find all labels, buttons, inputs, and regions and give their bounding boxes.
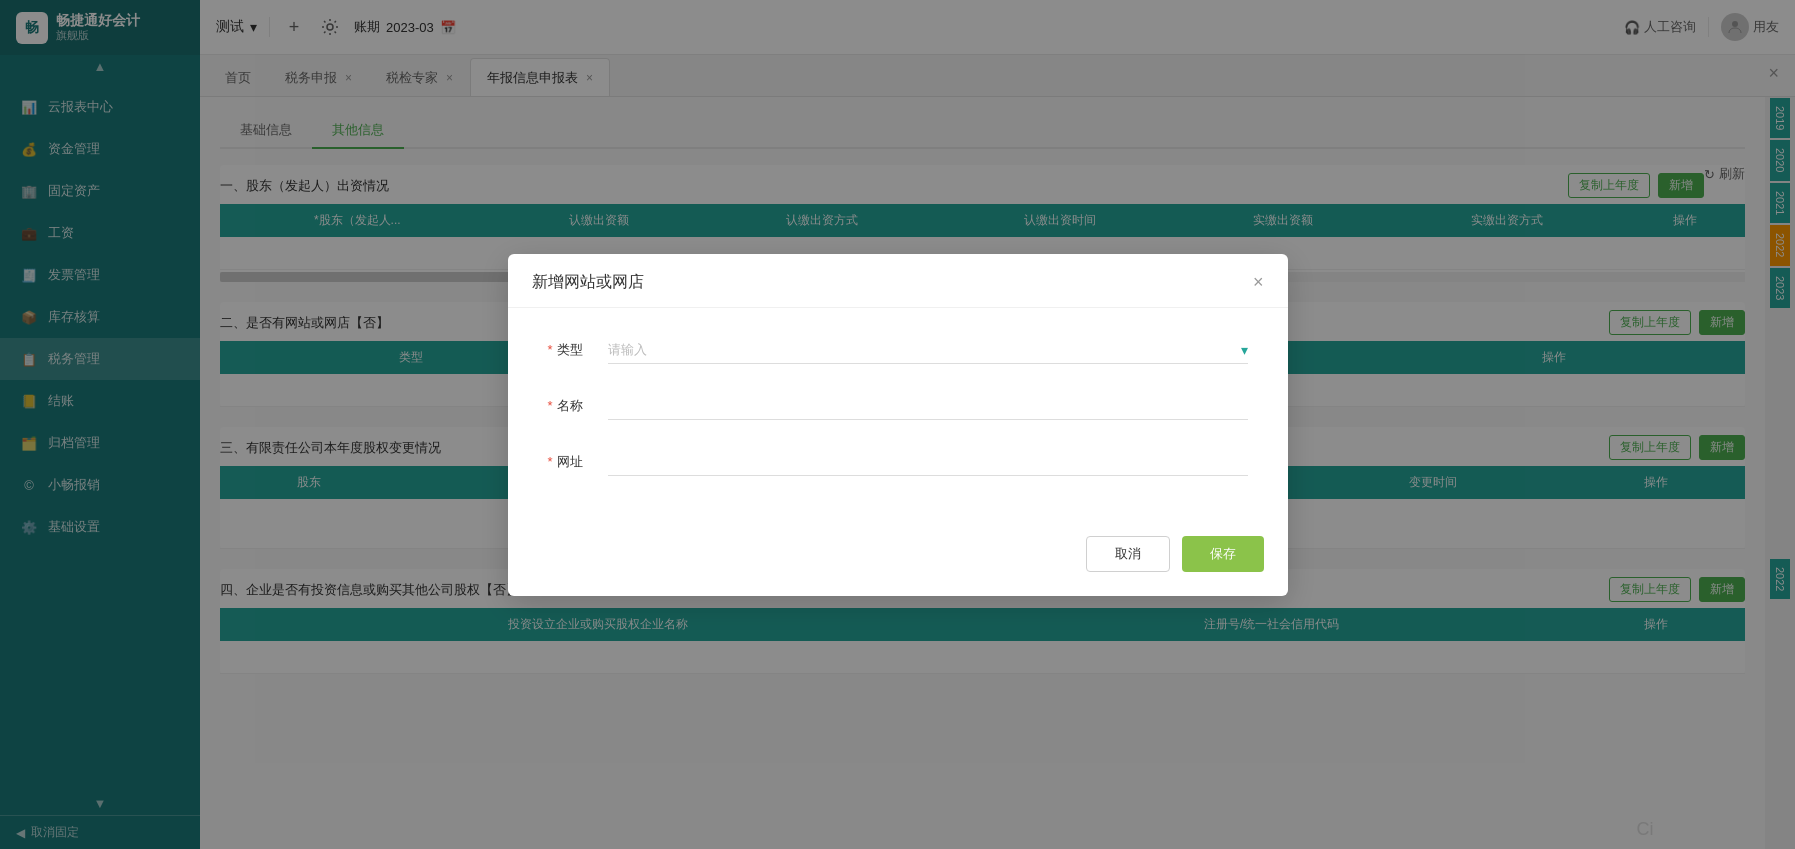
field-url-wrap <box>608 448 1248 476</box>
modal-overlay: 新增网站或网店 × *类型 ▾ *名称 <box>0 0 1795 849</box>
save-button[interactable]: 保存 <box>1182 536 1264 572</box>
field-name-wrap <box>608 392 1248 420</box>
field-type-label: *类型 <box>548 341 608 359</box>
modal-footer: 取消 保存 <box>508 528 1288 596</box>
modal-close-button[interactable]: × <box>1253 272 1264 293</box>
modal-header: 新增网站或网店 × <box>508 254 1288 308</box>
modal-body: *类型 ▾ *名称 *网 <box>508 308 1288 528</box>
modal-title: 新增网站或网店 <box>532 272 644 293</box>
url-input[interactable] <box>608 448 1248 476</box>
field-url-label: *网址 <box>548 453 608 471</box>
cancel-button[interactable]: 取消 <box>1086 536 1170 572</box>
type-input[interactable] <box>608 336 1248 364</box>
required-star-type: * <box>548 342 553 357</box>
type-dropdown-icon[interactable]: ▾ <box>1241 342 1248 358</box>
field-name-label: *名称 <box>548 397 608 415</box>
required-star-name: * <box>548 398 553 413</box>
field-type-wrap: ▾ <box>608 336 1248 364</box>
modal-field-url: *网址 <box>548 448 1248 476</box>
name-input[interactable] <box>608 392 1248 420</box>
modal-field-name: *名称 <box>548 392 1248 420</box>
required-star-url: * <box>548 454 553 469</box>
modal-field-type: *类型 ▾ <box>548 336 1248 364</box>
add-website-modal: 新增网站或网店 × *类型 ▾ *名称 <box>508 254 1288 596</box>
